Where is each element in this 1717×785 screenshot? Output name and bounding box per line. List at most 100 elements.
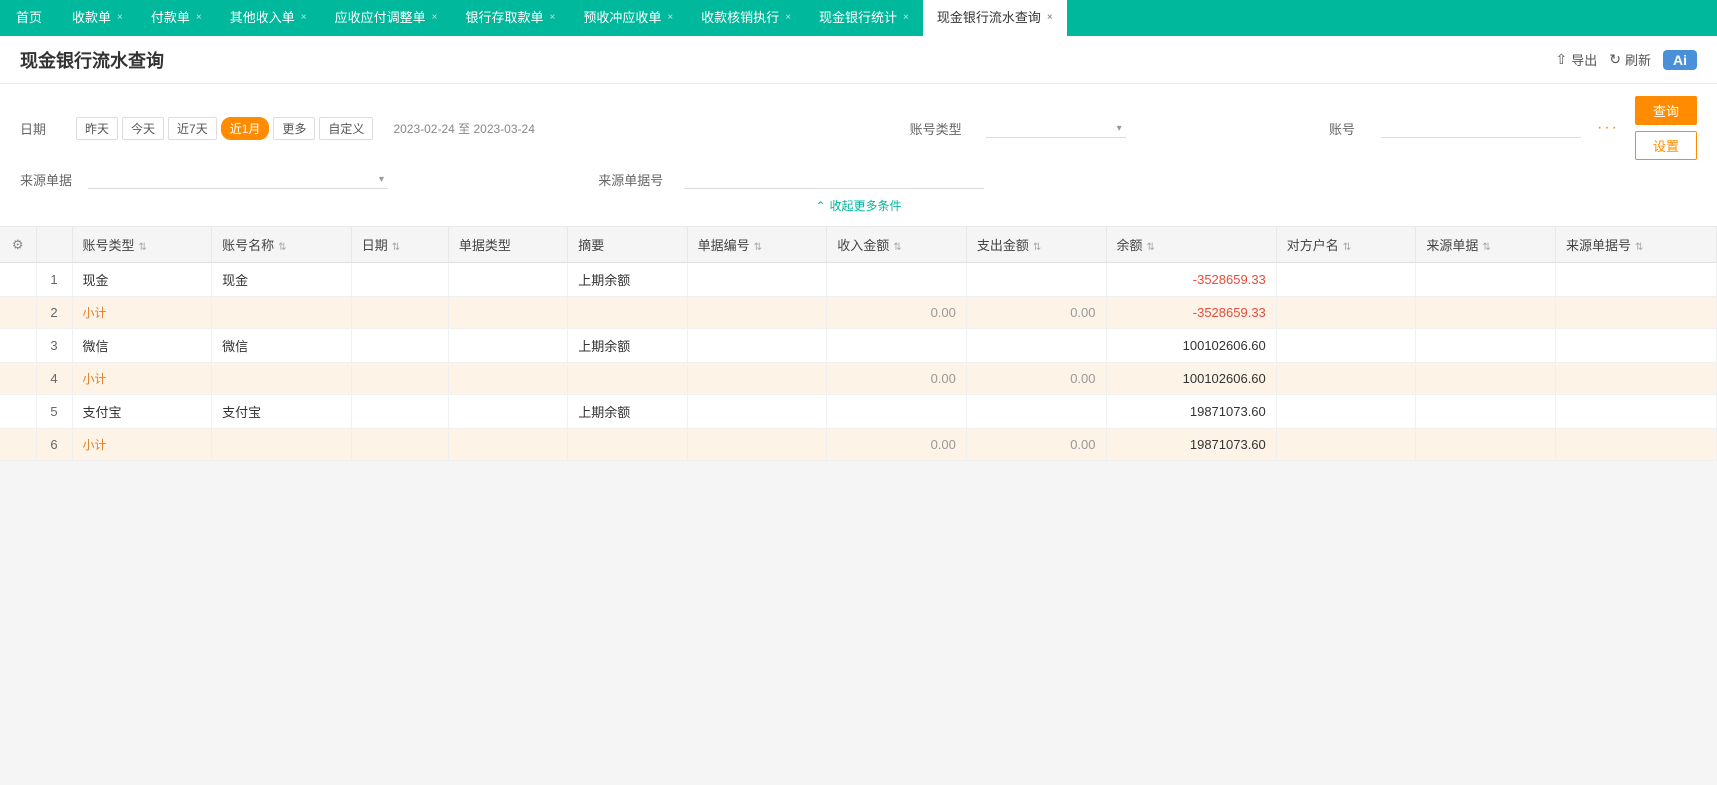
- nav-tab-现金银行流水查询[interactable]: 现金银行流水查询×: [923, 0, 1067, 36]
- cell-account_name: 支付宝: [212, 395, 352, 429]
- date-btn-近1月[interactable]: 近1月: [221, 117, 270, 140]
- col-header-doc_type: 单据类型: [448, 227, 567, 263]
- close-tab-icon[interactable]: ×: [301, 0, 307, 36]
- sort-icon-counterparty: ⇅: [1343, 242, 1351, 253]
- cell-account_type: 现金: [72, 263, 212, 297]
- cell-expense: [966, 329, 1106, 363]
- close-tab-icon[interactable]: ×: [667, 0, 673, 36]
- gear-icon[interactable]: ⚙: [12, 237, 24, 252]
- col-header-account_name[interactable]: 账号名称⇅: [212, 227, 352, 263]
- date-btn-今天[interactable]: 今天: [122, 117, 164, 140]
- cell-account_type: 小计: [72, 297, 212, 329]
- cell-source_doc_num: [1556, 363, 1717, 395]
- cell-account_name: 现金: [212, 263, 352, 297]
- cell-income: 0.00: [827, 363, 967, 395]
- col-header-idx: [36, 227, 72, 263]
- sort-icon-balance: ⇅: [1147, 242, 1155, 253]
- cell-doc_number: [687, 297, 827, 329]
- cell-summary: [568, 429, 687, 461]
- cell-date: [351, 395, 448, 429]
- refresh-button[interactable]: ↻ 刷新: [1609, 50, 1651, 69]
- sort-icon-account_type: ⇅: [139, 242, 147, 253]
- cell-source_doc: [1416, 395, 1556, 429]
- cell-account_name: [212, 297, 352, 329]
- cell-idx: 2: [36, 297, 72, 329]
- nav-tab-预收冲应收单[interactable]: 预收冲应收单×: [569, 0, 687, 36]
- subtotal-label: 小计: [83, 306, 107, 320]
- col-header-date[interactable]: 日期⇅: [351, 227, 448, 263]
- collapse-button[interactable]: ⌃ 收起更多条件: [815, 197, 901, 214]
- cell-gear: [0, 429, 36, 461]
- source-doc-num-label: 来源单据号: [598, 170, 668, 189]
- table-area: ⚙ 账号类型⇅账号名称⇅日期⇅单据类型摘要单据编号⇅收入金额⇅支出金额⇅余额⇅对方…: [0, 227, 1717, 461]
- cell-idx: 5: [36, 395, 72, 429]
- account-type-select[interactable]: 现金 微信 支付宝: [986, 119, 1126, 138]
- cell-account_type: 支付宝: [72, 395, 212, 429]
- cell-source_doc: [1416, 297, 1556, 329]
- col-header-source_doc[interactable]: 来源单据⇅: [1416, 227, 1556, 263]
- nav-tab-收款核销执行[interactable]: 收款核销执行×: [687, 0, 805, 36]
- col-header-source_doc_num[interactable]: 来源单据号⇅: [1556, 227, 1717, 263]
- date-btn-自定义[interactable]: 自定义: [319, 117, 373, 140]
- cell-summary: 上期余额: [568, 395, 687, 429]
- cell-counterparty: [1276, 429, 1416, 461]
- nav-tab-银行存取款单[interactable]: 银行存取款单×: [451, 0, 569, 36]
- top-nav: 首页 收款单×付款单×其他收入单×应收应付调整单×银行存取款单×预收冲应收单×收…: [0, 0, 1717, 36]
- close-tab-icon[interactable]: ×: [549, 0, 555, 36]
- cell-income: [827, 263, 967, 297]
- cell-source_doc_num: [1556, 297, 1717, 329]
- page-header: 现金银行流水查询 ⇧ 导出 ↻ 刷新 Ai: [0, 36, 1717, 84]
- close-tab-icon[interactable]: ×: [432, 0, 438, 36]
- source-doc-num-input[interactable]: [684, 170, 984, 189]
- close-tab-icon[interactable]: ×: [785, 0, 791, 36]
- cell-date: [351, 329, 448, 363]
- table-row: 4小计0.000.00100102606.60: [0, 363, 1717, 395]
- source-doc-select[interactable]: [88, 170, 388, 189]
- cell-source_doc_num: [1556, 263, 1717, 297]
- col-header-summary: 摘要: [568, 227, 687, 263]
- cell-summary: [568, 297, 687, 329]
- date-btn-昨天[interactable]: 昨天: [76, 117, 118, 140]
- nav-tab-其他收入单[interactable]: 其他收入单×: [216, 0, 321, 36]
- col-header-expense[interactable]: 支出金额⇅: [966, 227, 1106, 263]
- nav-home[interactable]: 首页: [0, 0, 58, 36]
- col-header-balance[interactable]: 余额⇅: [1106, 227, 1276, 263]
- cell-balance: 19871073.60: [1106, 429, 1276, 461]
- col-header-income[interactable]: 收入金额⇅: [827, 227, 967, 263]
- nav-tab-收款单[interactable]: 收款单×: [58, 0, 137, 36]
- cell-income: [827, 329, 967, 363]
- nav-tab-付款单[interactable]: 付款单×: [137, 0, 216, 36]
- sort-icon-income: ⇅: [893, 242, 901, 253]
- date-btn-近7天[interactable]: 近7天: [168, 117, 217, 140]
- ai-button[interactable]: Ai: [1663, 50, 1697, 70]
- cell-gear: [0, 297, 36, 329]
- close-tab-icon[interactable]: ×: [196, 0, 202, 36]
- cell-date: [351, 429, 448, 461]
- close-tab-icon[interactable]: ×: [903, 0, 909, 36]
- cell-source_doc_num: [1556, 395, 1717, 429]
- cell-summary: 上期余额: [568, 263, 687, 297]
- export-button[interactable]: ⇧ 导出: [1556, 50, 1598, 69]
- col-header-counterparty[interactable]: 对方户名⇅: [1276, 227, 1416, 263]
- cell-counterparty: [1276, 297, 1416, 329]
- col-header-doc_number[interactable]: 单据编号⇅: [687, 227, 827, 263]
- nav-tab-应收应付调整单[interactable]: 应收应付调整单×: [321, 0, 452, 36]
- col-header-account_type[interactable]: 账号类型⇅: [72, 227, 212, 263]
- query-button[interactable]: 查询: [1635, 96, 1697, 125]
- cell-doc_number: [687, 395, 827, 429]
- close-tab-icon[interactable]: ×: [117, 0, 123, 36]
- table-row: 2小计0.000.00-3528659.33: [0, 297, 1717, 329]
- cell-gear: [0, 395, 36, 429]
- cell-idx: 6: [36, 429, 72, 461]
- cell-account_name: 微信: [212, 329, 352, 363]
- date-btn-更多[interactable]: 更多: [273, 117, 315, 140]
- account-input[interactable]: [1381, 119, 1581, 138]
- cell-balance: -3528659.33: [1106, 297, 1276, 329]
- close-tab-icon[interactable]: ×: [1047, 0, 1053, 36]
- account-type-label: 账号类型: [910, 119, 970, 138]
- settings-button[interactable]: 设置: [1635, 131, 1697, 160]
- account-dots-button[interactable]: ···: [1597, 119, 1619, 137]
- filter-area: 日期 昨天今天近7天近1月更多自定义 2023-02-24 至 2023-03-…: [0, 84, 1717, 227]
- nav-tab-现金银行统计[interactable]: 现金银行统计×: [805, 0, 923, 36]
- cell-date: [351, 297, 448, 329]
